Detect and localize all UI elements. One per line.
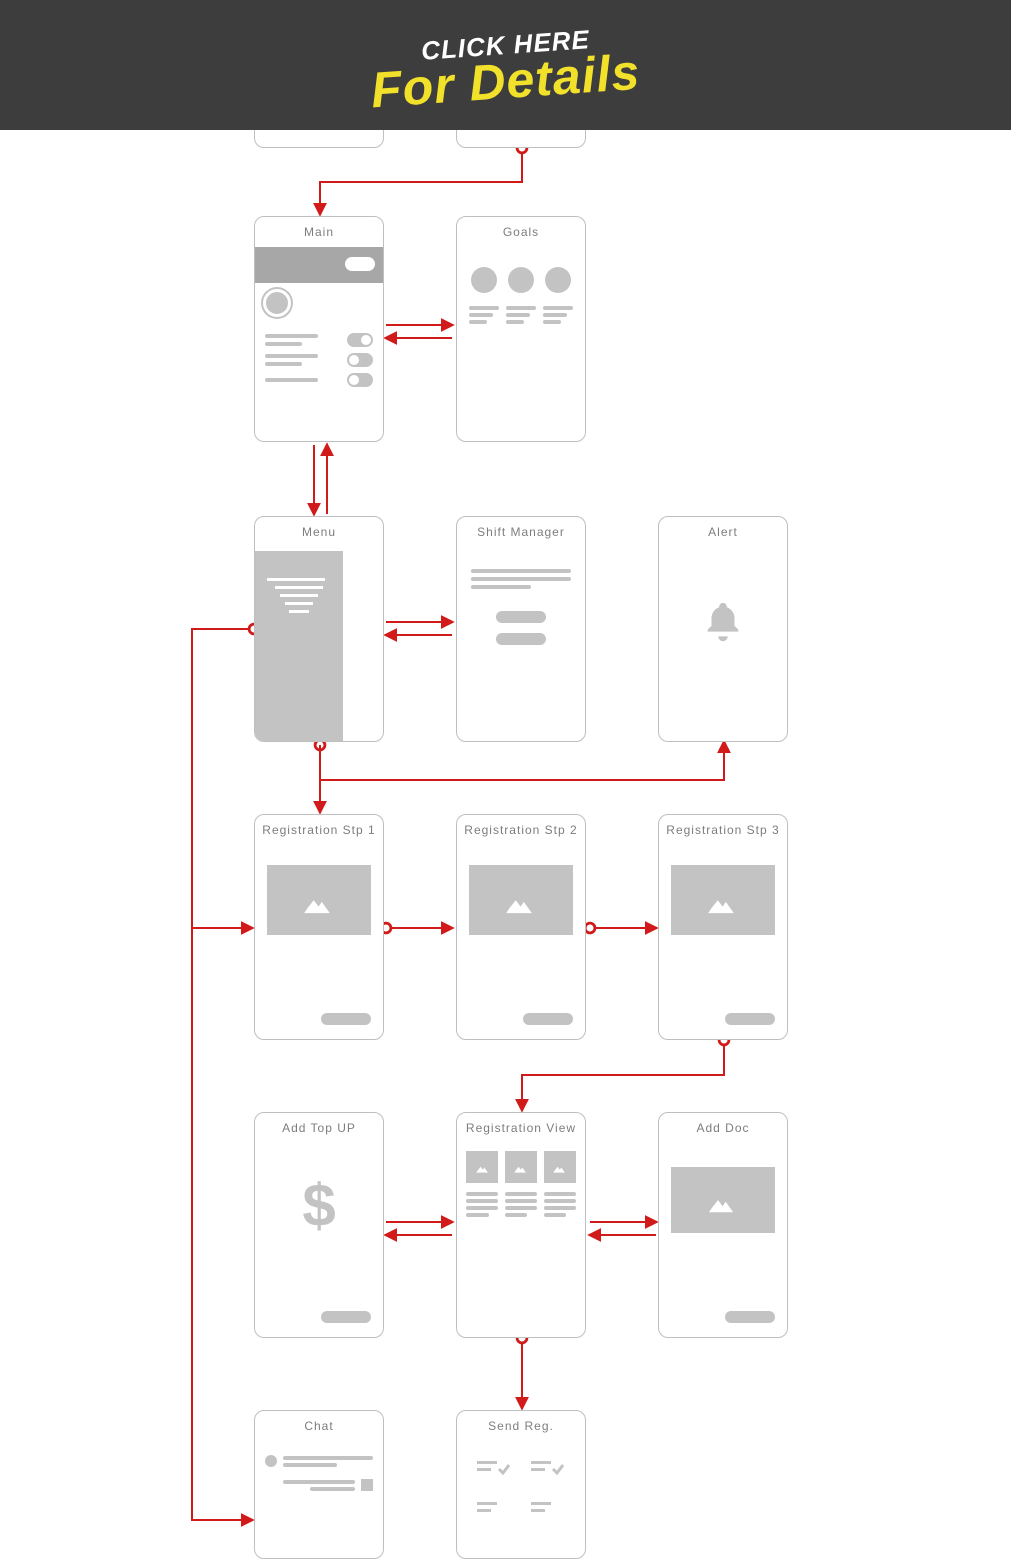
card-alert-title: Alert [659,517,787,547]
card-reg-step-2: Registration Stp 2 [456,814,586,1040]
card-main-title: Main [255,217,383,247]
promo-banner[interactable]: CLICK HERE For Details [0,0,1011,130]
image-placeholder-icon [469,865,573,935]
diagram-stage: Main Goals [0,0,1011,1559]
check-list-icon [531,1459,565,1488]
card-regview-title: Registration View [457,1113,585,1143]
card-goals: Goals [456,216,586,442]
card-shift-title: Shift Manager [457,517,585,547]
bell-icon [659,547,787,697]
card-reg-step-1: Registration Stp 1 [254,814,384,1040]
card-goals-title: Goals [457,217,585,247]
toggle-icon [347,353,373,367]
card-reg-step-3: Registration Stp 3 [658,814,788,1040]
image-placeholder-icon [466,1151,498,1183]
card-reg1-title: Registration Stp 1 [255,815,383,845]
image-placeholder-icon [671,865,775,935]
toggle-icon [347,333,373,347]
card-registration-view: Registration View [456,1112,586,1338]
card-alert: Alert [658,516,788,742]
card-chat-title: Chat [255,1411,383,1441]
card-chat: Chat [254,1410,384,1559]
list-icon [531,1500,565,1521]
check-list-icon [477,1459,511,1488]
image-placeholder-icon [544,1151,576,1183]
card-add-doc: Add Doc [658,1112,788,1338]
image-placeholder-icon [267,865,371,935]
card-reg3-title: Registration Stp 3 [659,815,787,845]
card-send-reg: Send Reg. [456,1410,586,1559]
card-main: Main [254,216,384,442]
toggle-icon [347,373,373,387]
image-placeholder-icon [505,1151,537,1183]
card-menu: Menu [254,516,384,742]
card-menu-title: Menu [255,517,383,547]
card-add-topup: Add Top UP $ [254,1112,384,1338]
list-icon [477,1500,511,1521]
image-placeholder-icon [671,1167,775,1233]
card-sendreg-title: Send Reg. [457,1411,585,1441]
card-reg2-title: Registration Stp 2 [457,815,585,845]
dollar-icon: $ [255,1143,383,1240]
card-topup-title: Add Top UP [255,1113,383,1143]
card-shift-manager: Shift Manager [456,516,586,742]
card-adddoc-title: Add Doc [659,1113,787,1143]
